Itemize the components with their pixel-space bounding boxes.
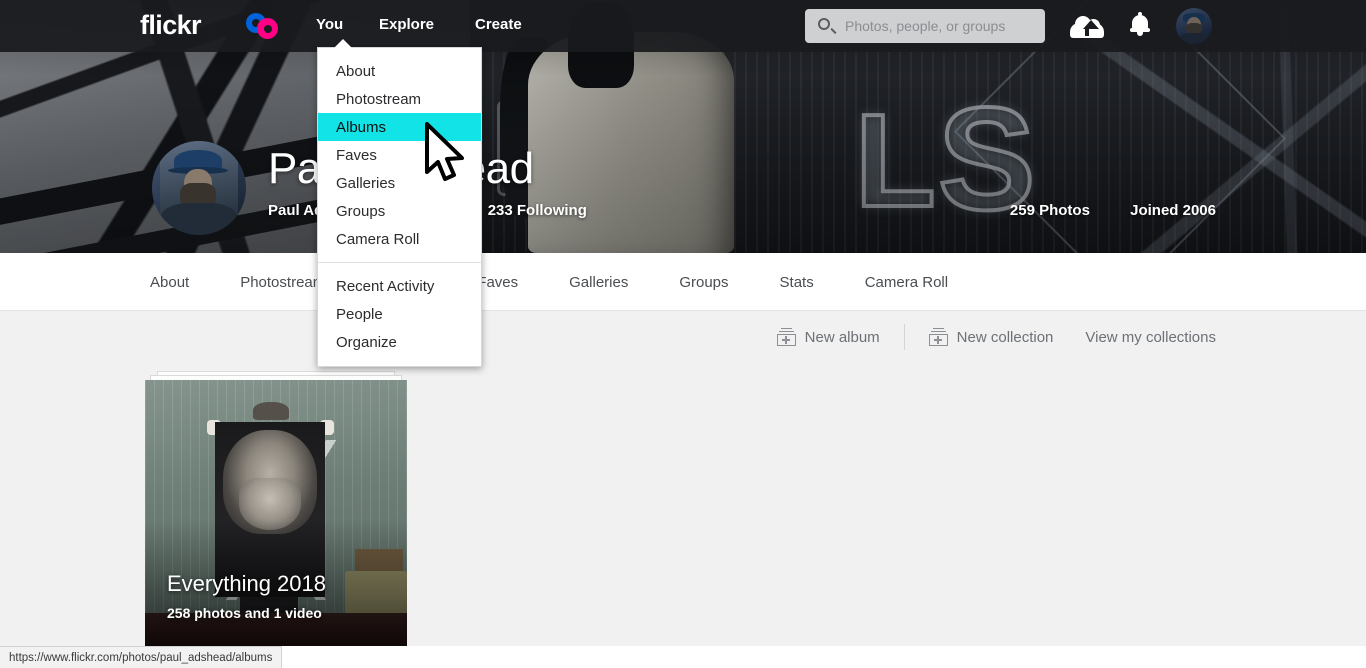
account-avatar-body <box>1179 33 1209 44</box>
album-meta: 258 photos and 1 video <box>167 605 322 621</box>
album-card[interactable]: Everything 2018 258 photos and 1 video <box>145 380 407 649</box>
menu-item-groups[interactable]: Groups <box>318 197 481 225</box>
new-album-button[interactable]: New album <box>776 328 880 346</box>
tab-groups[interactable]: Groups <box>679 253 728 311</box>
albums-toolbar: New album New collection View my collect… <box>776 324 1216 350</box>
search-input[interactable] <box>845 9 1035 43</box>
tab-camera-roll[interactable]: Camera Roll <box>865 253 948 311</box>
logo-dot-pink <box>257 18 278 39</box>
flickr-albums-page: L S Paul Adshead Paul Adshead•4 Follower… <box>0 0 1366 668</box>
tab-about[interactable]: About <box>150 253 189 311</box>
menu-item-organize[interactable]: Organize <box>318 328 481 356</box>
profile-photo-count: 259 Photos <box>1009 202 1090 219</box>
search-box[interactable] <box>805 9 1045 43</box>
profile-joined-year: Joined 2006 <box>1130 202 1216 219</box>
profile-stats: 259 Photos Joined 2006 <box>1010 202 1216 219</box>
profile-tabbar: About Photostream Albums Faves Galleries… <box>0 253 1366 311</box>
tab-photostream[interactable]: Photostream <box>240 253 325 311</box>
tab-galleries[interactable]: Galleries <box>569 253 628 311</box>
nav-explore[interactable]: Explore <box>379 16 434 33</box>
flickr-dots-logo[interactable] <box>246 13 280 39</box>
profile-following[interactable]: 233 Following <box>488 202 587 219</box>
you-dropdown-menu: About Photostream Albums Faves Galleries… <box>317 39 482 367</box>
status-url: https://www.flickr.com/photos/paul_adshe… <box>9 651 273 664</box>
dropdown-pointer <box>334 39 352 48</box>
bell-clapper <box>1137 32 1143 36</box>
menu-item-people[interactable]: People <box>318 300 481 328</box>
menu-item-faves[interactable]: Faves <box>318 141 481 169</box>
dropdown-divider <box>318 262 481 263</box>
menu-item-photostream[interactable]: Photostream <box>318 85 481 113</box>
profile-tabs: About Photostream Albums Faves Galleries… <box>150 253 999 311</box>
nav-create[interactable]: Create <box>475 16 522 33</box>
new-album-label: New album <box>804 328 880 346</box>
add-album-icon <box>776 328 796 346</box>
view-my-collections-link[interactable]: View my collections <box>1085 329 1216 346</box>
profile-avatar[interactable] <box>152 141 246 235</box>
new-collection-label: New collection <box>956 328 1054 346</box>
albums-content-area: New album New collection View my collect… <box>0 311 1366 649</box>
new-collection-button[interactable]: New collection <box>928 328 1054 346</box>
menu-item-recent-activity[interactable]: Recent Activity <box>318 272 481 300</box>
album-title: Everything 2018 <box>167 571 326 596</box>
toolbar-divider <box>903 324 905 350</box>
add-collection-icon <box>928 328 948 346</box>
account-avatar[interactable] <box>1176 8 1212 44</box>
album-stack: Everything 2018 258 photos and 1 video <box>145 371 407 649</box>
avatar-jacket <box>161 203 237 235</box>
flickr-logo[interactable]: flickr <box>140 10 202 41</box>
menu-item-galleries[interactable]: Galleries <box>318 169 481 197</box>
bell-icon[interactable] <box>1130 12 1150 39</box>
menu-item-camera-roll[interactable]: Camera Roll <box>318 225 481 253</box>
tab-stats[interactable]: Stats <box>780 253 814 311</box>
menu-item-albums[interactable]: Albums <box>318 113 481 141</box>
browser-status-bar: https://www.flickr.com/photos/paul_adshe… <box>0 646 283 668</box>
cloud-upload-icon[interactable] <box>1070 14 1104 38</box>
search-icon <box>818 18 830 30</box>
global-header: flickr You Explore Create <box>0 0 1366 52</box>
menu-item-about[interactable]: About <box>318 57 481 85</box>
nav-you[interactable]: You <box>316 16 343 33</box>
tab-faves[interactable]: Faves <box>477 253 518 311</box>
upload-arrow-stem <box>1085 27 1089 36</box>
